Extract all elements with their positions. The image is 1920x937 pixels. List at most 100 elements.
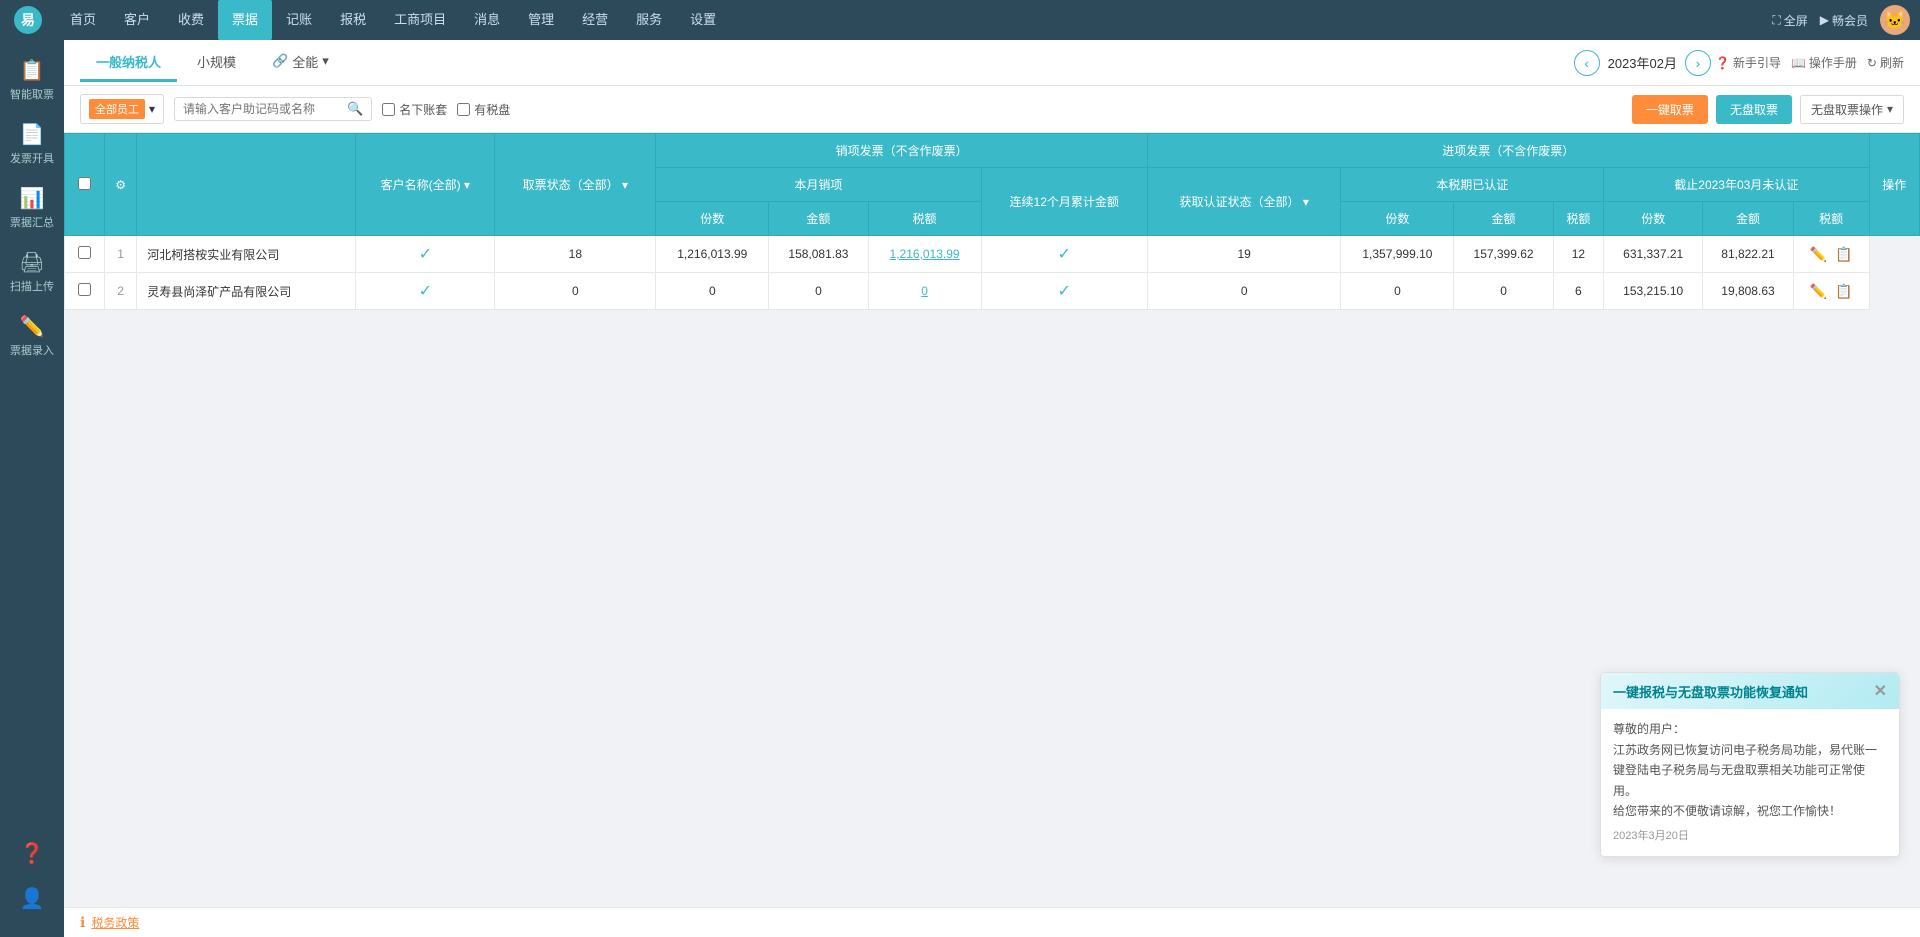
row-check-0[interactable]: [65, 236, 105, 273]
oneclick-btn[interactable]: 一键取票: [1632, 95, 1708, 124]
checkbox-my-accounts[interactable]: 名下账套: [382, 101, 447, 118]
th-cert-status[interactable]: 获取认证状态（全部） ▾: [1147, 168, 1341, 236]
footer-bar[interactable]: ℹ 税务政策: [64, 907, 1920, 937]
info-icon: ℹ: [80, 914, 85, 931]
notification-body: 尊敬的用户： 江苏政务网已恢复访问电子税务局功能，易代账一键登陆电子税务局与无盘…: [1601, 709, 1899, 856]
th-config: ⚙: [105, 134, 137, 236]
sidebar-user[interactable]: 👤: [16, 876, 49, 921]
row-cumulative-0[interactable]: 1,216,013.99: [868, 236, 981, 273]
row-rec-amount-1: 0: [1341, 273, 1454, 310]
th-group-sales: 销项发票（不含作废票）: [656, 134, 1148, 168]
row-cumulative-1[interactable]: 0: [868, 273, 981, 310]
edit-btn-1[interactable]: ✏️: [1810, 283, 1827, 300]
nav-tax[interactable]: 报税: [326, 0, 380, 40]
nav-invoice[interactable]: 票据: [218, 0, 272, 40]
toolbar: 全部员工 ▾ 🔍 名下账套 有税盘 一键取票 无盘取票 无盘取票操作 ▾: [64, 86, 1920, 133]
th-rec-tax: 税额: [1553, 202, 1603, 236]
sidebar-item-ticket-entry[interactable]: ✏️ 票据录入: [0, 304, 64, 368]
top-nav: 易 首页 客户 收费 票据 记账 报税 工商项目 消息 管理 经营 服务 设置 …: [0, 0, 1920, 40]
row-unrec-tax-0: 81,822.21: [1703, 236, 1793, 273]
chevron-down-icon: ▾: [322, 53, 329, 69]
nav-service[interactable]: 服务: [622, 0, 676, 40]
row-unrec-count-1: 6: [1553, 273, 1603, 310]
notification-text: 江苏政务网已恢复访问电子税务局功能，易代账一键登陆电子税务局与无盘取票相关功能可…: [1613, 740, 1887, 801]
th-checkbox: [65, 134, 105, 236]
tab-all[interactable]: 🔗 全能 ▾: [256, 44, 345, 82]
th-actions: 操作: [1869, 134, 1919, 236]
nav-settings[interactable]: 设置: [676, 0, 730, 40]
row-index-0: 1: [105, 236, 137, 273]
notification-date: 2023年3月20日: [1613, 827, 1887, 846]
search-box[interactable]: 🔍: [174, 97, 372, 121]
row-unrec-tax-1: 19,808.63: [1703, 273, 1793, 310]
th-sales-count: 份数: [656, 202, 769, 236]
help-icon: ❓: [20, 841, 45, 866]
my-accounts-check[interactable]: [382, 103, 395, 116]
fullscreen-btn[interactable]: ⛶ 全屏: [1772, 12, 1807, 29]
nav-message[interactable]: 消息: [460, 0, 514, 40]
nav-customer[interactable]: 客户: [110, 0, 164, 40]
checkbox-has-disk[interactable]: 有税盘: [457, 101, 510, 118]
copy-btn-0[interactable]: 📋: [1835, 246, 1852, 263]
next-month-btn[interactable]: ›: [1685, 50, 1711, 76]
nav-operation[interactable]: 经营: [568, 0, 622, 40]
notification-greeting: 尊敬的用户：: [1613, 719, 1887, 739]
main-table: ⚙ 客户名称(全部) ▾ 取票状态（全部） ▾ 销项发票（不含作废票） 进项发票…: [64, 133, 1920, 310]
nodisk-ops-btn[interactable]: 无盘取票操作 ▾: [1800, 95, 1904, 124]
th-customer[interactable]: 客户名称(全部) ▾: [356, 134, 495, 236]
th-index: [137, 134, 356, 236]
nav-bookkeeping[interactable]: 记账: [272, 0, 326, 40]
tax-policy-link[interactable]: 税务政策: [91, 914, 139, 931]
nav-fee[interactable]: 收费: [164, 0, 218, 40]
sidebar-item-scan-upload[interactable]: 🖨 扫描上传: [0, 240, 64, 304]
tab-general-taxpayer[interactable]: 一般纳税人: [80, 44, 177, 82]
sidebar-item-invoice-open[interactable]: 📄 发票开具: [0, 112, 64, 176]
employee-filter[interactable]: 全部员工 ▾: [80, 94, 164, 124]
th-unrec-tax: 税额: [1793, 202, 1869, 236]
select-all-check[interactable]: [78, 177, 91, 190]
tab-small-scale[interactable]: 小规模: [181, 44, 252, 82]
th-rec-count: 份数: [1341, 202, 1454, 236]
has-disk-check[interactable]: [457, 103, 470, 116]
row-rec-tax-0: 157,399.62: [1454, 236, 1553, 273]
edit-btn-0[interactable]: ✏️: [1810, 246, 1827, 263]
search-icon[interactable]: 🔍: [347, 101, 363, 117]
prev-month-btn[interactable]: ‹: [1574, 50, 1600, 76]
row-sales-amount-0: 1,216,013.99: [656, 236, 769, 273]
row-unrec-amount-0: 631,337.21: [1604, 236, 1703, 273]
nav-manage[interactable]: 管理: [514, 0, 568, 40]
nav-home[interactable]: 首页: [56, 0, 110, 40]
copy-btn-1[interactable]: 📋: [1835, 283, 1852, 300]
row-rec-count-0: 19: [1147, 236, 1341, 273]
sidebar-bottom: ❓ 👤: [16, 831, 49, 921]
row-cert-status-1: ✓: [981, 273, 1147, 310]
vip-btn[interactable]: ▶ 畅会员: [1820, 12, 1868, 29]
th-recognized: 本税期已认证: [1341, 168, 1604, 202]
invoice-open-icon: 📄: [20, 122, 45, 147]
row-rec-count-1: 0: [1147, 273, 1341, 310]
notification-header: 一键报税与无盘取票功能恢复通知 ✕: [1601, 673, 1899, 709]
sidebar-item-ticket-summary[interactable]: 📊 票据汇总: [0, 176, 64, 240]
nodisk-btn[interactable]: 无盘取票: [1716, 95, 1792, 124]
th-cumulative: 连续12个月累计金额: [981, 168, 1147, 236]
row-pickup-status-1: ✓: [356, 273, 495, 310]
sidebar-help[interactable]: ❓: [16, 831, 49, 876]
manual-btn[interactable]: 📖 操作手册: [1791, 54, 1857, 71]
row-rec-amount-0: 1,357,999.10: [1341, 236, 1454, 273]
notification-close-btn[interactable]: ✕: [1874, 681, 1887, 701]
th-pickup-status[interactable]: 取票状态（全部） ▾: [495, 134, 656, 236]
row-customer-0: 河北柯搭桉实业有限公司: [137, 236, 356, 273]
th-sales-amount: 金额: [769, 202, 868, 236]
sidebar-item-smart-ticket[interactable]: 📋 智能取票: [0, 48, 64, 112]
notification-title: 一键报税与无盘取票功能恢复通知: [1613, 682, 1808, 701]
table-row: 2 灵寿县尚泽矿产品有限公司 ✓ 0 0 0 0 ✓ 0 0 0 6 153,2…: [65, 273, 1920, 310]
search-input[interactable]: [183, 102, 343, 116]
scan-upload-icon: 🖨: [19, 250, 44, 275]
row-check-1[interactable]: [65, 273, 105, 310]
th-unrecognized: 截止2023年03月未认证: [1604, 168, 1870, 202]
nav-business[interactable]: 工商项目: [380, 0, 460, 40]
user-avatar[interactable]: 🐱: [1880, 5, 1910, 35]
new-guide-btn[interactable]: ❓ 新手引导: [1715, 54, 1781, 71]
notification-closing: 给您带来的不便敬请谅解，祝您工作愉快！: [1613, 801, 1887, 821]
refresh-btn[interactable]: ↻ 刷新: [1867, 54, 1904, 71]
